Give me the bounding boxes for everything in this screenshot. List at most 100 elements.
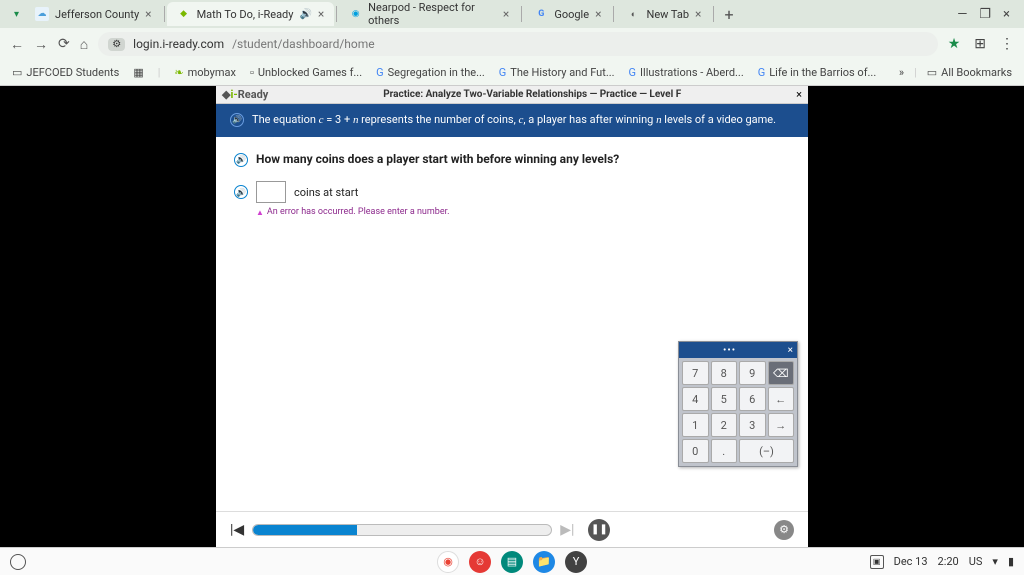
progress-bar[interactable] — [252, 524, 552, 536]
wifi-icon[interactable]: ▾ — [992, 555, 998, 568]
key-2[interactable]: 2 — [711, 413, 738, 437]
shelf-apps: ◉ ☺ ▤ 📁 Y — [437, 551, 587, 573]
close-icon[interactable]: × — [145, 7, 151, 21]
key-3[interactable]: 3 — [739, 413, 766, 437]
audio-icon[interactable]: 🔊 — [299, 9, 311, 20]
tab-separator — [336, 6, 337, 22]
shelf-date[interactable]: Dec 13 — [894, 555, 928, 568]
speaker-icon[interactable]: 🔊 — [234, 185, 248, 199]
keypad-header[interactable]: ••• × — [679, 342, 797, 358]
app-teal-icon[interactable]: ▤ — [501, 551, 523, 573]
bookmarks-overflow[interactable]: » — [899, 66, 904, 79]
question-text: How many coins does a player start with … — [256, 151, 619, 168]
key-negate[interactable]: (–) — [739, 439, 794, 463]
content-area: 🔊 How many coins does a player start wit… — [216, 137, 808, 512]
tab-dropdown-icon[interactable]: ▾ — [8, 7, 25, 22]
shelf-time[interactable]: 2:20 — [938, 555, 959, 568]
pause-button[interactable]: ❚❚ — [588, 519, 610, 541]
close-icon[interactable]: × — [695, 7, 701, 21]
bookmark-unblocked[interactable]: ▫ Unblocked Games f... — [250, 66, 362, 79]
skip-forward-icon: ▶| — [560, 522, 574, 538]
launcher-icon[interactable] — [10, 554, 26, 570]
app-header: ◆i-Ready Practice: Analyze Two-Variable … — [216, 86, 808, 104]
key-dot[interactable]: . — [711, 439, 738, 463]
globe-icon: ◐ — [626, 7, 640, 21]
new-tab-button[interactable]: + — [716, 5, 741, 24]
bookmark-mobymax[interactable]: ❧ mobymax — [174, 66, 236, 79]
tab-label: New Tab — [646, 8, 689, 21]
key-left[interactable]: ← — [768, 387, 795, 411]
site-settings-icon[interactable]: ⚙ — [108, 38, 125, 51]
context-bar: 🔊 The equation c = 3 + n represents the … — [216, 104, 808, 137]
answer-label: coins at start — [294, 186, 358, 199]
numeric-keypad: ••• × 7 8 9 ⌫ 4 5 6 ← 1 2 3 → 0 — [678, 341, 798, 467]
window-controls: — ❐ × — [957, 7, 1016, 22]
tab-label: Nearpod - Respect for others — [368, 1, 497, 27]
answer-input[interactable] — [256, 181, 286, 203]
skip-back-icon[interactable]: |◀ — [230, 522, 244, 538]
app-footer: |◀ ▶| ❚❚ ⚙ — [216, 511, 808, 547]
tab-separator — [164, 6, 165, 22]
close-window-icon[interactable]: × — [1003, 7, 1010, 22]
tray-app-icon[interactable]: ▣ — [870, 555, 884, 569]
key-6[interactable]: 6 — [739, 387, 766, 411]
files-icon[interactable]: 📁 — [533, 551, 555, 573]
page-viewport: ◆i-Ready Practice: Analyze Two-Variable … — [0, 86, 1024, 547]
key-8[interactable]: 8 — [711, 361, 738, 385]
tab-label: Google — [554, 8, 589, 21]
key-7[interactable]: 7 — [682, 361, 709, 385]
bookmark-segregation[interactable]: G Segregation in the... — [376, 66, 485, 79]
tab-newtab[interactable]: ◐ New Tab × — [616, 2, 711, 26]
speaker-icon[interactable]: 🔊 — [230, 113, 244, 127]
chrome-icon[interactable]: ◉ — [437, 551, 459, 573]
address-bar[interactable]: ⚙ login.i-ready.com/student/dashboard/ho… — [98, 32, 938, 56]
key-1[interactable]: 1 — [682, 413, 709, 437]
tab-jefferson[interactable]: ☁ Jefferson County × — [25, 2, 162, 26]
bookmark-barrios[interactable]: G Life in the Barrios of... — [758, 66, 877, 79]
bookmarks-bar: ▭ JEFCOED Students ▦ | ❧ mobymax ▫ Unblo… — [0, 60, 1024, 86]
keypad-close-icon[interactable]: × — [788, 345, 793, 356]
iready-app: ◆i-Ready Practice: Analyze Two-Variable … — [216, 86, 808, 547]
shelf-locale[interactable]: US — [969, 555, 983, 568]
tab-label: Math To Do, i-Ready — [197, 8, 294, 21]
forward-button[interactable]: → — [34, 36, 48, 53]
key-9[interactable]: 9 — [739, 361, 766, 385]
all-bookmarks[interactable]: ▭ All Bookmarks — [927, 66, 1012, 79]
tab-separator — [613, 6, 614, 22]
minimize-icon[interactable]: — — [957, 7, 967, 22]
url-path: /student/dashboard/home — [232, 37, 375, 51]
back-button[interactable]: ← — [10, 36, 24, 53]
close-icon[interactable]: × — [318, 7, 324, 21]
key-backspace[interactable]: ⌫ — [768, 361, 795, 385]
bookmark-jefcoed[interactable]: ▭ JEFCOED Students — [12, 66, 119, 79]
settings-gear-icon[interactable]: ⚙ — [774, 520, 794, 540]
maximize-icon[interactable]: ❐ — [979, 7, 991, 22]
profile-icon[interactable]: Y — [565, 551, 587, 573]
menu-icon[interactable]: ⋮ — [1000, 36, 1014, 52]
bookmark-history[interactable]: G The History and Fut... — [499, 66, 615, 79]
extensions-icon[interactable]: ⊞ — [974, 36, 986, 52]
bookmark-star-icon[interactable]: ★ — [948, 36, 961, 52]
speaker-icon[interactable]: 🔊 — [234, 153, 248, 167]
key-0[interactable]: 0 — [682, 439, 709, 463]
tab-google[interactable]: G Google × — [524, 2, 611, 26]
bookmark-illustrations[interactable]: G Illustrations - Aberd... — [629, 66, 744, 79]
close-lesson-icon[interactable]: × — [796, 88, 802, 101]
close-icon[interactable]: × — [503, 7, 509, 21]
tab-label: Jefferson County — [55, 8, 139, 21]
key-5[interactable]: 5 — [711, 387, 738, 411]
keypad-drag-icon[interactable]: ••• — [723, 345, 736, 356]
lesson-title: Practice: Analyze Two-Variable Relations… — [268, 89, 796, 100]
key-4[interactable]: 4 — [682, 387, 709, 411]
progress-fill — [253, 525, 357, 535]
home-button[interactable]: ⌂ — [80, 36, 88, 53]
close-icon[interactable]: × — [595, 7, 601, 21]
battery-icon[interactable]: ▮ — [1008, 555, 1014, 568]
tab-iready[interactable]: ◆ Math To Do, i-Ready 🔊 × — [167, 2, 335, 26]
tab-nearpod[interactable]: ◉ Nearpod - Respect for others × — [339, 2, 519, 26]
key-right[interactable]: → — [768, 413, 795, 437]
reload-button[interactable]: ⟳ — [58, 36, 70, 52]
iready-favicon-icon: ◆ — [177, 7, 191, 21]
app-red-icon[interactable]: ☺ — [469, 551, 491, 573]
bookmark-apps[interactable]: ▦ — [133, 66, 143, 79]
